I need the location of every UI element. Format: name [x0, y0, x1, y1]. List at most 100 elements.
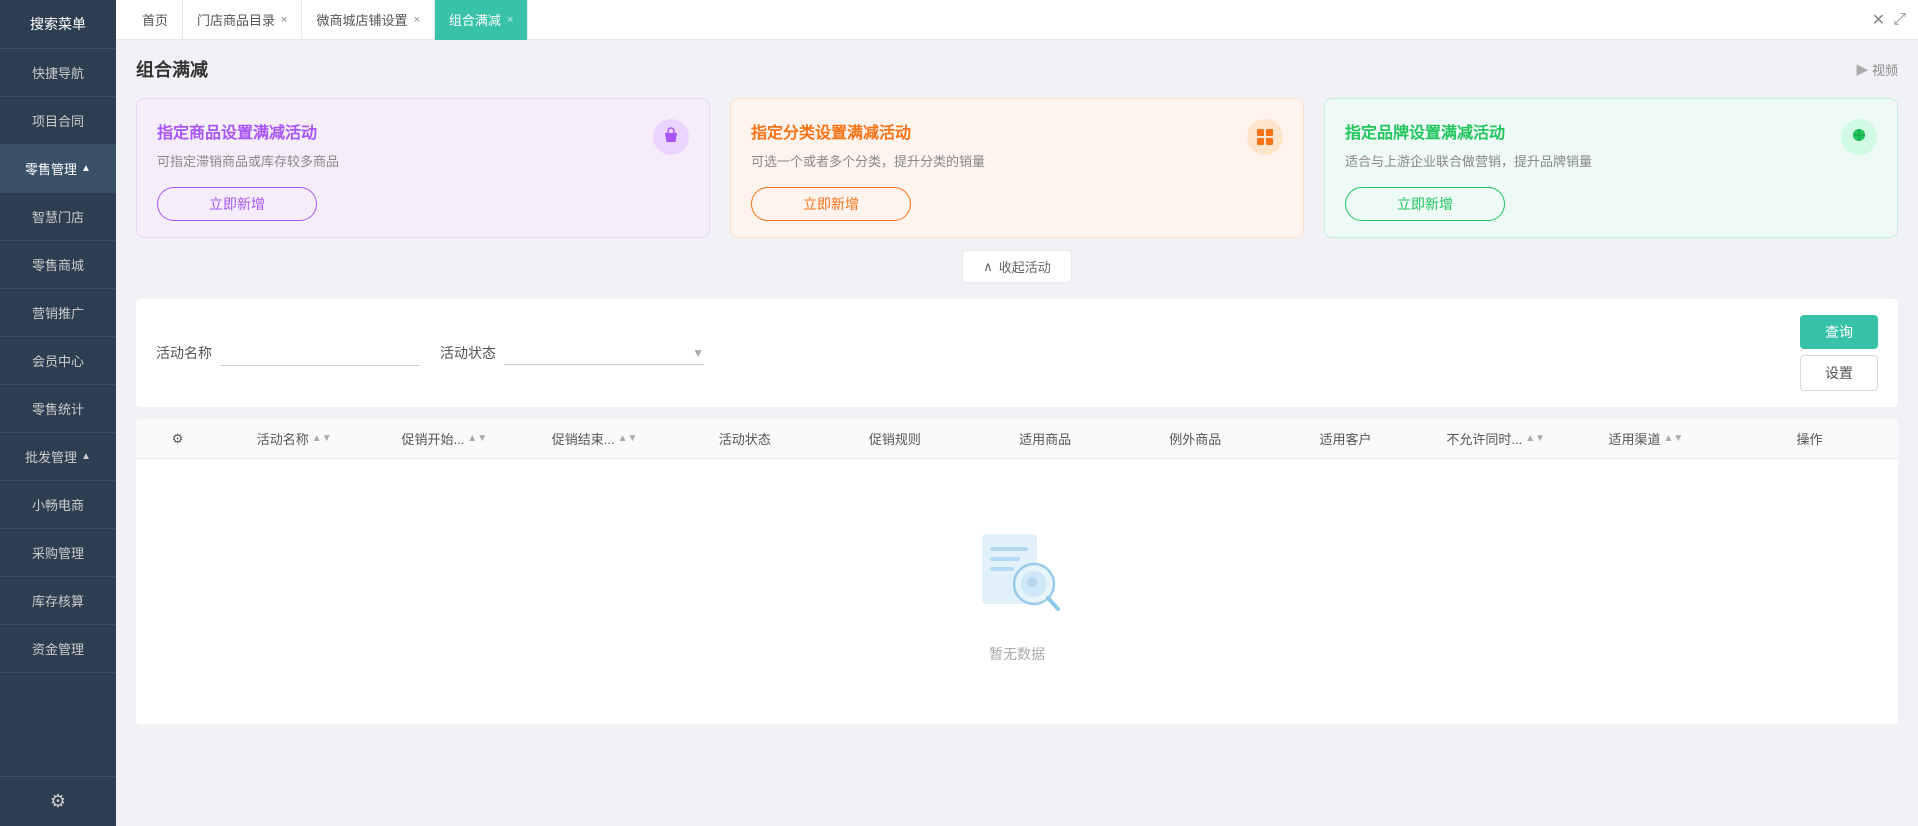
card-brand-desc: 适合与上游企业联合做营销，提升品牌销量 — [1345, 151, 1877, 173]
settings-button[interactable]: 设置 — [1800, 355, 1878, 391]
activity-status-select[interactable]: ▼ — [504, 342, 704, 365]
sidebar-item-member-center[interactable]: 会员中心 — [0, 337, 116, 385]
sidebar-item-label: 营销推广 — [32, 303, 84, 322]
card-product-icon — [653, 119, 689, 163]
chevron-down-icon: ▲ — [81, 451, 91, 462]
card-product: 指定商品设置满减活动 可指定滞销商品或库存较多商品 立即新增 — [136, 98, 710, 238]
sidebar-item-purchase-mgmt[interactable]: 采购管理 — [0, 529, 116, 577]
activity-status-label: 活动状态 — [440, 343, 496, 363]
sidebar-item-label: 采购管理 — [32, 543, 84, 562]
tab-home-label: 首页 — [142, 10, 168, 29]
sidebar-item-label: 资金管理 — [32, 639, 84, 658]
th-applicable-channels[interactable]: 适用渠道 ▲▼ — [1571, 429, 1721, 448]
chevron-down-icon: ▼ — [692, 346, 704, 360]
sidebar-item-project-contract[interactable]: 项目合同 — [0, 97, 116, 145]
settings-icon[interactable]: ⚙ — [0, 776, 116, 826]
page-title: 组合满减 — [136, 56, 208, 82]
tab-wechat-store-close[interactable]: × — [413, 14, 419, 26]
gear-icon: ⚙ — [172, 431, 184, 447]
tab-combo-discount-label: 组合满减 — [449, 10, 501, 29]
activity-name-input[interactable] — [220, 341, 420, 366]
sidebar-item-smart-store[interactable]: 智慧门店 — [0, 193, 116, 241]
card-product-btn[interactable]: 立即新增 — [157, 187, 317, 221]
sort-icon: ▲▼ — [312, 434, 332, 444]
tab-store-catalog-label: 门店商品目录 — [197, 10, 275, 29]
tab-combo-discount-close[interactable]: × — [507, 14, 513, 26]
sidebar-item-quick-nav[interactable]: 快捷导航 — [0, 49, 116, 97]
sidebar-search[interactable]: 搜索菜单 — [0, 0, 116, 49]
card-category: 指定分类设置满减活动 可选一个或者多个分类，提升分类的销量 立即新增 — [730, 98, 1304, 238]
th-operations: 操作 — [1721, 429, 1898, 448]
card-product-desc: 可指定滞销商品或库存较多商品 — [157, 151, 689, 173]
sort-icon: ▲▼ — [467, 434, 487, 444]
card-brand-btn[interactable]: 立即新增 — [1345, 187, 1505, 221]
th-excluded-products: 例外商品 — [1120, 429, 1270, 448]
th-applicable-customers: 适用客户 — [1270, 429, 1420, 448]
card-category-btn[interactable]: 立即新增 — [751, 187, 911, 221]
th-activity-status: 活动状态 — [670, 429, 820, 448]
collapse-label: 收起活动 — [999, 257, 1051, 276]
tab-wechat-store-label: 微商城店铺设置 — [316, 10, 407, 29]
sidebar-item-label: 智慧门店 — [32, 207, 84, 226]
collapse-btn[interactable]: ∧ 收起活动 — [962, 250, 1072, 283]
th-no-concurrent[interactable]: 不允许同时... ▲▼ — [1421, 429, 1571, 448]
th-applicable-products: 适用商品 — [970, 429, 1120, 448]
sidebar-item-marketing[interactable]: 营销推广 — [0, 289, 116, 337]
card-brand-icon — [1841, 119, 1877, 162]
video-link[interactable]: ▶ 视频 — [1856, 60, 1898, 79]
th-activity-name[interactable]: 活动名称 ▲▼ — [219, 429, 369, 448]
window-close-icon[interactable]: ✕ — [1872, 10, 1885, 30]
filter-buttons: 查询 设置 — [1800, 315, 1878, 391]
window-resize-icon[interactable]: ⤢ — [1893, 11, 1906, 29]
empty-text: 暂无数据 — [989, 644, 1045, 664]
th-promo-start[interactable]: 促销开始... ▲▼ — [369, 429, 519, 448]
card-category-desc: 可选一个或者多个分类，提升分类的销量 — [751, 151, 1283, 173]
sidebar-item-capital-mgmt[interactable]: 资金管理 — [0, 625, 116, 673]
tab-combo-discount[interactable]: 组合满减 × — [435, 0, 528, 40]
sidebar-item-retail-mall[interactable]: 零售商城 — [0, 241, 116, 289]
sidebar-item-wholesale-mgmt[interactable]: 批发管理 ▲ — [0, 433, 116, 481]
cards-row: 指定商品设置满减活动 可指定滞销商品或库存较多商品 立即新增 指定分类设置满减活… — [136, 98, 1898, 238]
th-activity-name-label: 活动名称 — [257, 429, 309, 448]
th-applicable-customers-label: 适用客户 — [1319, 429, 1371, 448]
th-promo-end[interactable]: 促销结束... ▲▼ — [519, 429, 669, 448]
th-promo-rule-label: 促销规则 — [869, 429, 921, 448]
th-excluded-products-label: 例外商品 — [1169, 429, 1221, 448]
sidebar-item-label: 批发管理 — [25, 447, 77, 466]
tabbar: 首页 门店商品目录 × 微商城店铺设置 × 组合满减 × ✕ ⤢ — [116, 0, 1918, 40]
sidebar-item-label: 零售商城 — [32, 255, 84, 274]
th-applicable-channels-label: 适用渠道 — [1608, 429, 1660, 448]
sort-icon: ▲▼ — [1525, 434, 1545, 444]
th-operations-label: 操作 — [1796, 429, 1822, 448]
data-table: ⚙ 活动名称 ▲▼ 促销开始... ▲▼ 促销结束... ▲▼ 活动状态 — [136, 419, 1898, 724]
sidebar-item-label: 快捷导航 — [32, 63, 84, 82]
tab-wechat-store[interactable]: 微商城店铺设置 × — [302, 0, 434, 40]
tab-store-catalog-close[interactable]: × — [281, 14, 287, 26]
th-gear[interactable]: ⚙ — [136, 431, 219, 447]
tab-home[interactable]: 首页 — [128, 0, 183, 40]
chevron-up-icon: ▲ — [81, 163, 91, 174]
sidebar-item-inventory[interactable]: 库存核算 — [0, 577, 116, 625]
tabbar-right-buttons: ✕ ⤢ — [1872, 10, 1906, 30]
empty-state: 暂无数据 — [136, 459, 1898, 724]
sidebar-item-retail-stats[interactable]: 零售统计 — [0, 385, 116, 433]
tab-store-catalog[interactable]: 门店商品目录 × — [183, 0, 302, 40]
sidebar-item-retail-mgmt[interactable]: 零售管理 ▲ — [0, 145, 116, 193]
sidebar-item-label: 小畅电商 — [32, 495, 84, 514]
video-label: 视频 — [1872, 60, 1898, 79]
th-no-concurrent-label: 不允许同时... — [1446, 429, 1522, 448]
activity-name-label: 活动名称 — [156, 343, 212, 363]
page-header: 组合满减 ▶ 视频 — [136, 56, 1898, 82]
card-brand-title: 指定品牌设置满减活动 — [1345, 119, 1877, 143]
collapse-bar: ∧ 收起活动 — [136, 250, 1898, 283]
card-brand: 指定品牌设置满减活动 适合与上游企业联合做营销，提升品牌销量 立即新增 — [1324, 98, 1898, 238]
sidebar-item-xiaochang[interactable]: 小畅电商 — [0, 481, 116, 529]
th-activity-status-label: 活动状态 — [719, 429, 771, 448]
th-promo-end-label: 促销结束... — [552, 429, 615, 448]
card-product-title: 指定商品设置满减活动 — [157, 119, 689, 143]
sidebar-item-label: 项目合同 — [32, 111, 84, 130]
th-promo-start-label: 促销开始... — [402, 429, 465, 448]
sidebar-item-label: 零售统计 — [32, 399, 84, 418]
query-button[interactable]: 查询 — [1800, 315, 1878, 349]
filter-activity-status: 活动状态 ▼ — [440, 342, 704, 365]
